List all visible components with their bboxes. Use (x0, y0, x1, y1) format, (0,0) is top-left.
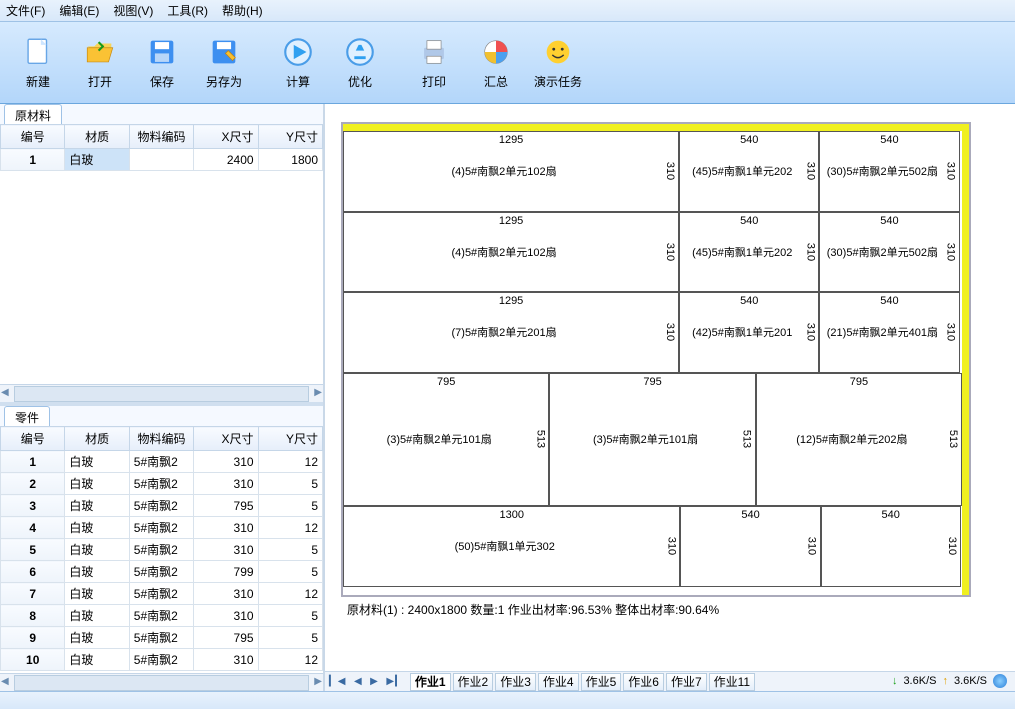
tb-open-label: 打开 (88, 73, 112, 90)
table-row[interactable]: 5白玻5#南飘23105 (1, 539, 323, 561)
cut-piece[interactable]: 1295310(7)5#南飘2单元201扇 (343, 292, 679, 373)
table-row[interactable]: 1白玻5#南飘231012 (1, 451, 323, 473)
toolbar: 新建 打开 保存 另存为 计算 优化 打印 汇总 演示任务 (0, 22, 1015, 104)
cut-piece[interactable]: 1300310(50)5#南飘1单元302 (343, 506, 680, 587)
menu-help[interactable]: 帮助(H) (222, 2, 263, 19)
tb-demo-label: 演示任务 (534, 73, 582, 90)
left-panel: 原材料 编号材质物料编码X尺寸Y尺寸1白玻24001800 零件 编号材质物料编… (0, 104, 325, 691)
parts-scroll[interactable] (0, 673, 323, 691)
tb-calc[interactable]: 计算 (268, 28, 328, 98)
table-row[interactable]: 8白玻5#南飘23105 (1, 605, 323, 627)
menu-edit[interactable]: 编辑(E) (59, 2, 99, 19)
table-row[interactable]: 9白玻5#南飘27955 (1, 627, 323, 649)
tb-print-label: 打印 (422, 73, 446, 90)
job-tab[interactable]: 作业6 (623, 673, 664, 691)
menu-bar: 文件(F) 编辑(E) 视图(V) 工具(R) 帮助(H) (0, 0, 1015, 22)
table-row[interactable]: 1白玻24001800 (1, 149, 323, 171)
job-tab[interactable]: 作业3 (495, 673, 536, 691)
job-tab[interactable]: 作业5 (581, 673, 622, 691)
table-row[interactable]: 3白玻5#南飘27955 (1, 495, 323, 517)
tb-sum[interactable]: 汇总 (466, 28, 526, 98)
table-row[interactable]: 10白玻5#南飘231012 (1, 649, 323, 671)
cut-piece[interactable]: 795513(3)5#南飘2单元101扇 (549, 373, 755, 506)
ie-icon (993, 674, 1007, 688)
tb-print[interactable]: 打印 (404, 28, 464, 98)
cut-piece[interactable]: 540310(21)5#南飘2单元401扇 (819, 292, 959, 373)
tb-calc-label: 计算 (286, 73, 310, 90)
layout-canvas[interactable]: 1295310(4)5#南飘2单元102扇540310(45)5#南飘1单元20… (325, 104, 1015, 671)
table-row[interactable]: 2白玻5#南飘23105 (1, 473, 323, 495)
tb-open[interactable]: 打开 (70, 28, 130, 98)
cut-piece[interactable]: 795513(12)5#南飘2单元202扇 (756, 373, 962, 506)
tab-parts[interactable]: 零件 (4, 406, 50, 426)
tb-demo[interactable]: 演示任务 (528, 28, 588, 98)
table-row[interactable]: 6白玻5#南飘27995 (1, 561, 323, 583)
tb-save-label: 保存 (150, 73, 174, 90)
layout-info: 原材料(1) : 2400x1800 数量:1 作业出材率:96.53% 整体出… (341, 597, 999, 622)
raw-grid[interactable]: 编号材质物料编码X尺寸Y尺寸1白玻24001800 (0, 124, 323, 384)
job-tab[interactable]: 作业4 (538, 673, 579, 691)
job-tab[interactable]: 作业2 (453, 673, 494, 691)
tb-new-label: 新建 (26, 73, 50, 90)
cut-piece[interactable]: 540310(42)5#南飘1单元201 (679, 292, 819, 373)
tb-sum-label: 汇总 (484, 73, 508, 90)
cut-piece[interactable]: 1295310(4)5#南飘2单元102扇 (343, 212, 679, 293)
cut-piece[interactable]: 540310(45)5#南飘1单元202 (679, 131, 819, 212)
tb-saveas-label: 另存为 (206, 73, 242, 90)
tab-raw[interactable]: 原材料 (4, 104, 62, 124)
tb-opt[interactable]: 优化 (330, 28, 390, 98)
cut-piece[interactable]: 540310 (821, 506, 961, 587)
status-speed: ↓3.6K/S ↑3.6K/S (892, 674, 1007, 688)
tb-opt-label: 优化 (348, 73, 372, 90)
cut-piece[interactable]: 540310(30)5#南飘2单元502扇 (819, 212, 959, 293)
job-tab[interactable]: 作业11 (709, 673, 755, 691)
cut-piece[interactable]: 540310 (680, 506, 820, 587)
cut-piece[interactable]: 540310(45)5#南飘1单元202 (679, 212, 819, 293)
job-tabs: ▎◀ ◀ ▶ ▶▎ 作业1作业2作业3作业4作业5作业6作业7作业11 ↓3.6… (325, 671, 1015, 691)
menu-tool[interactable]: 工具(R) (167, 2, 208, 19)
cut-piece[interactable]: 1295310(4)5#南飘2单元102扇 (343, 131, 679, 212)
menu-file[interactable]: 文件(F) (6, 2, 45, 19)
raw-scroll[interactable] (0, 384, 323, 402)
right-panel: 1295310(4)5#南飘2单元102扇540310(45)5#南飘1单元20… (325, 104, 1015, 691)
menu-view[interactable]: 视图(V) (113, 2, 153, 19)
parts-grid[interactable]: 编号材质物料编码X尺寸Y尺寸1白玻5#南飘2310122白玻5#南飘231053… (0, 426, 323, 673)
tb-new[interactable]: 新建 (8, 28, 68, 98)
job-nav[interactable]: ▎◀ ◀ ▶ ▶▎ (329, 676, 404, 687)
job-tab[interactable]: 作业1 (410, 673, 451, 691)
job-tab[interactable]: 作业7 (666, 673, 707, 691)
table-row[interactable]: 4白玻5#南飘231012 (1, 517, 323, 539)
cut-piece[interactable]: 795513(3)5#南飘2单元101扇 (343, 373, 549, 506)
status-bar (0, 691, 1015, 709)
tb-saveas[interactable]: 另存为 (194, 28, 254, 98)
tb-save[interactable]: 保存 (132, 28, 192, 98)
table-row[interactable]: 7白玻5#南飘231012 (1, 583, 323, 605)
cut-piece[interactable]: 540310(30)5#南飘2单元502扇 (819, 131, 959, 212)
